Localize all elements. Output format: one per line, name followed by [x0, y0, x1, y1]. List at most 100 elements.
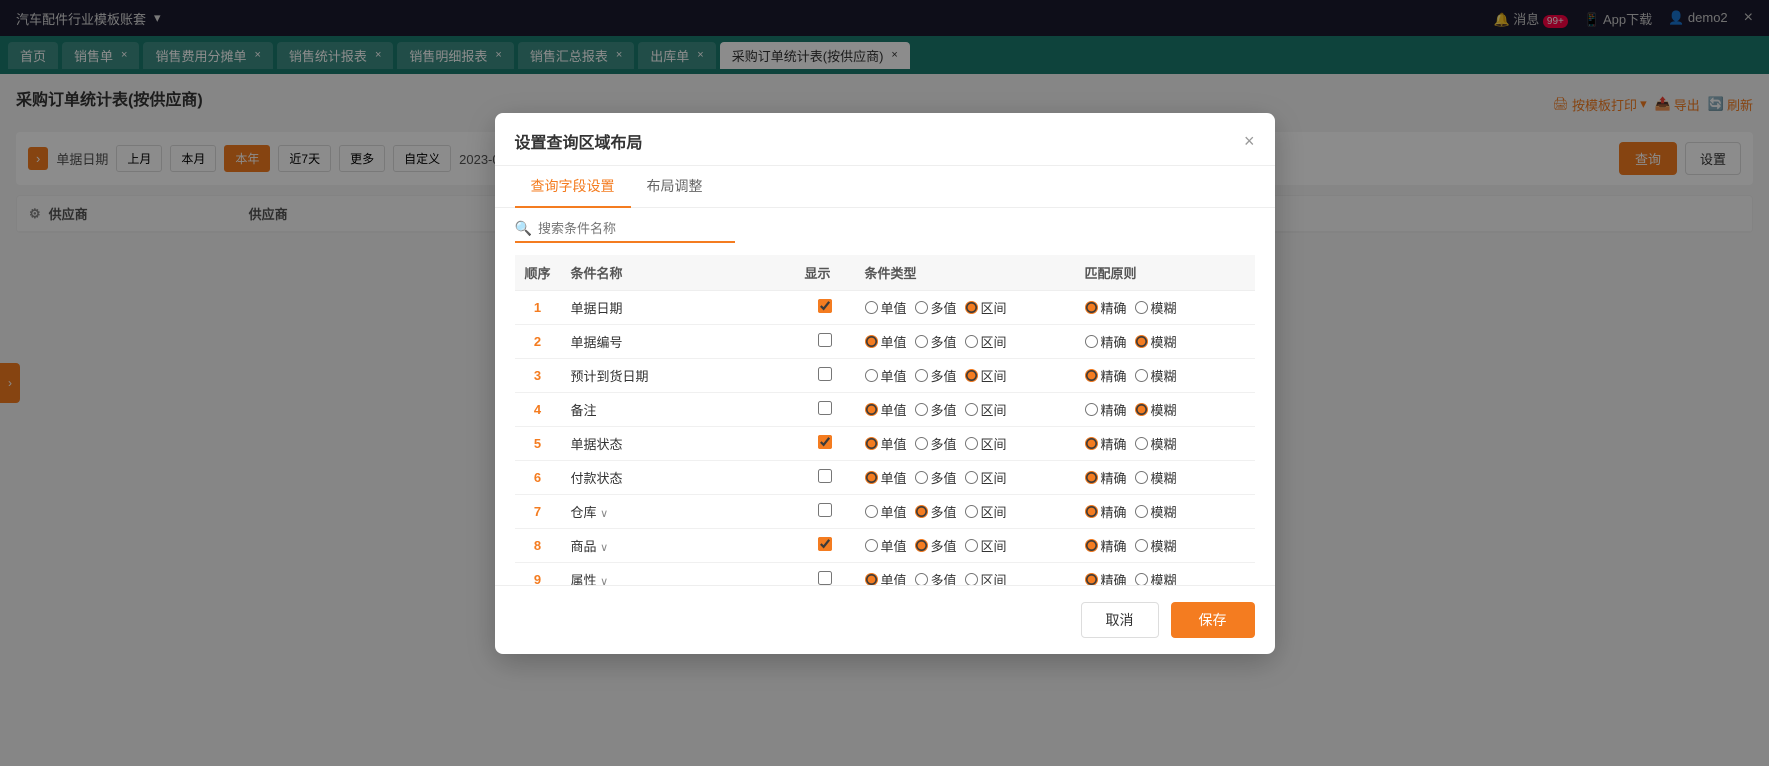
match-radio-item[interactable]: 模糊 — [1135, 400, 1177, 419]
type-radio[interactable] — [865, 573, 878, 585]
match-radio-item[interactable]: 精确 — [1085, 298, 1127, 317]
type-radio-item[interactable]: 多值 — [915, 502, 957, 521]
type-radio[interactable] — [965, 539, 978, 552]
type-radio-item[interactable]: 单值 — [865, 332, 907, 351]
match-radio[interactable] — [1135, 505, 1148, 518]
type-radio-item[interactable]: 区间 — [965, 298, 1007, 317]
type-radio-item[interactable]: 多值 — [915, 400, 957, 419]
match-radio-item[interactable]: 模糊 — [1135, 332, 1177, 351]
type-radio[interactable] — [965, 403, 978, 416]
dropdown-arrow-icon[interactable]: ∨ — [600, 576, 608, 585]
type-radio-item[interactable]: 多值 — [915, 468, 957, 487]
dropdown-arrow-icon[interactable]: ∨ — [600, 508, 608, 520]
type-radio-item[interactable]: 单值 — [865, 536, 907, 555]
match-radio[interactable] — [1135, 301, 1148, 314]
type-radio-item[interactable]: 区间 — [965, 468, 1007, 487]
match-radio[interactable] — [1085, 539, 1098, 552]
match-radio[interactable] — [1135, 335, 1148, 348]
save-button[interactable]: 保存 — [1171, 602, 1255, 638]
type-radio-item[interactable]: 多值 — [915, 570, 957, 585]
match-radio[interactable] — [1085, 437, 1098, 450]
show-checkbox[interactable] — [818, 435, 832, 449]
show-checkbox[interactable] — [818, 401, 832, 415]
type-radio[interactable] — [965, 335, 978, 348]
type-radio-item[interactable]: 区间 — [965, 366, 1007, 385]
type-radio-item[interactable]: 单值 — [865, 434, 907, 453]
type-radio[interactable] — [865, 335, 878, 348]
match-radio[interactable] — [1085, 335, 1098, 348]
match-radio[interactable] — [1135, 471, 1148, 484]
type-radio[interactable] — [965, 369, 978, 382]
type-radio[interactable] — [915, 573, 928, 585]
type-radio[interactable] — [915, 539, 928, 552]
match-radio[interactable] — [1135, 403, 1148, 416]
type-radio-item[interactable]: 区间 — [965, 434, 1007, 453]
match-radio[interactable] — [1085, 301, 1098, 314]
type-radio[interactable] — [915, 437, 928, 450]
match-radio-item[interactable]: 精确 — [1085, 434, 1127, 453]
match-radio[interactable] — [1085, 505, 1098, 518]
match-radio-item[interactable]: 模糊 — [1135, 502, 1177, 521]
type-radio-item[interactable]: 区间 — [965, 400, 1007, 419]
show-checkbox[interactable] — [818, 367, 832, 381]
type-radio-item[interactable]: 区间 — [965, 570, 1007, 585]
type-radio[interactable] — [915, 505, 928, 518]
type-radio-item[interactable]: 多值 — [915, 434, 957, 453]
type-radio[interactable] — [865, 505, 878, 518]
type-radio[interactable] — [865, 301, 878, 314]
show-checkbox[interactable] — [818, 469, 832, 483]
type-radio-item[interactable]: 单值 — [865, 468, 907, 487]
type-radio[interactable] — [865, 539, 878, 552]
match-radio-item[interactable]: 精确 — [1085, 400, 1127, 419]
type-radio-item[interactable]: 单值 — [865, 502, 907, 521]
match-radio-item[interactable]: 精确 — [1085, 468, 1127, 487]
type-radio-item[interactable]: 多值 — [915, 298, 957, 317]
match-radio[interactable] — [1085, 369, 1098, 382]
match-radio-item[interactable]: 精确 — [1085, 536, 1127, 555]
type-radio[interactable] — [865, 437, 878, 450]
type-radio-item[interactable]: 区间 — [965, 502, 1007, 521]
type-radio[interactable] — [915, 471, 928, 484]
match-radio-item[interactable]: 模糊 — [1135, 536, 1177, 555]
match-radio-item[interactable]: 模糊 — [1135, 366, 1177, 385]
type-radio-item[interactable]: 单值 — [865, 400, 907, 419]
type-radio[interactable] — [965, 471, 978, 484]
type-radio[interactable] — [915, 369, 928, 382]
tab-query-fields[interactable]: 查询字段设置 — [515, 166, 631, 208]
show-checkbox[interactable] — [818, 503, 832, 517]
table-scroll[interactable]: 顺序 条件名称 显示 条件类型 匹配原则 1单据日期单值多值区间精确模糊2单据编… — [515, 255, 1255, 585]
type-radio[interactable] — [865, 403, 878, 416]
match-radio[interactable] — [1135, 539, 1148, 552]
type-radio[interactable] — [965, 505, 978, 518]
tab-layout-adjust[interactable]: 布局调整 — [631, 166, 719, 208]
type-radio[interactable] — [965, 437, 978, 450]
cancel-button[interactable]: 取消 — [1081, 602, 1159, 638]
type-radio[interactable] — [865, 471, 878, 484]
match-radio-item[interactable]: 模糊 — [1135, 434, 1177, 453]
match-radio-item[interactable]: 模糊 — [1135, 298, 1177, 317]
match-radio[interactable] — [1135, 437, 1148, 450]
search-input[interactable] — [538, 221, 735, 236]
show-checkbox[interactable] — [818, 537, 832, 551]
type-radio[interactable] — [915, 403, 928, 416]
match-radio[interactable] — [1085, 573, 1098, 585]
type-radio[interactable] — [915, 301, 928, 314]
match-radio-item[interactable]: 模糊 — [1135, 570, 1177, 585]
type-radio[interactable] — [865, 369, 878, 382]
type-radio[interactable] — [965, 301, 978, 314]
show-checkbox[interactable] — [818, 299, 832, 313]
match-radio-item[interactable]: 精确 — [1085, 570, 1127, 585]
type-radio[interactable] — [965, 573, 978, 585]
dialog-close-button[interactable]: × — [1244, 132, 1255, 150]
match-radio-item[interactable]: 模糊 — [1135, 468, 1177, 487]
match-radio-item[interactable]: 精确 — [1085, 332, 1127, 351]
type-radio-item[interactable]: 区间 — [965, 332, 1007, 351]
type-radio-item[interactable]: 单值 — [865, 298, 907, 317]
type-radio[interactable] — [915, 335, 928, 348]
match-radio[interactable] — [1085, 403, 1098, 416]
dropdown-arrow-icon[interactable]: ∨ — [600, 542, 608, 554]
type-radio-item[interactable]: 区间 — [965, 536, 1007, 555]
type-radio-item[interactable]: 多值 — [915, 536, 957, 555]
type-radio-item[interactable]: 多值 — [915, 366, 957, 385]
match-radio[interactable] — [1085, 471, 1098, 484]
